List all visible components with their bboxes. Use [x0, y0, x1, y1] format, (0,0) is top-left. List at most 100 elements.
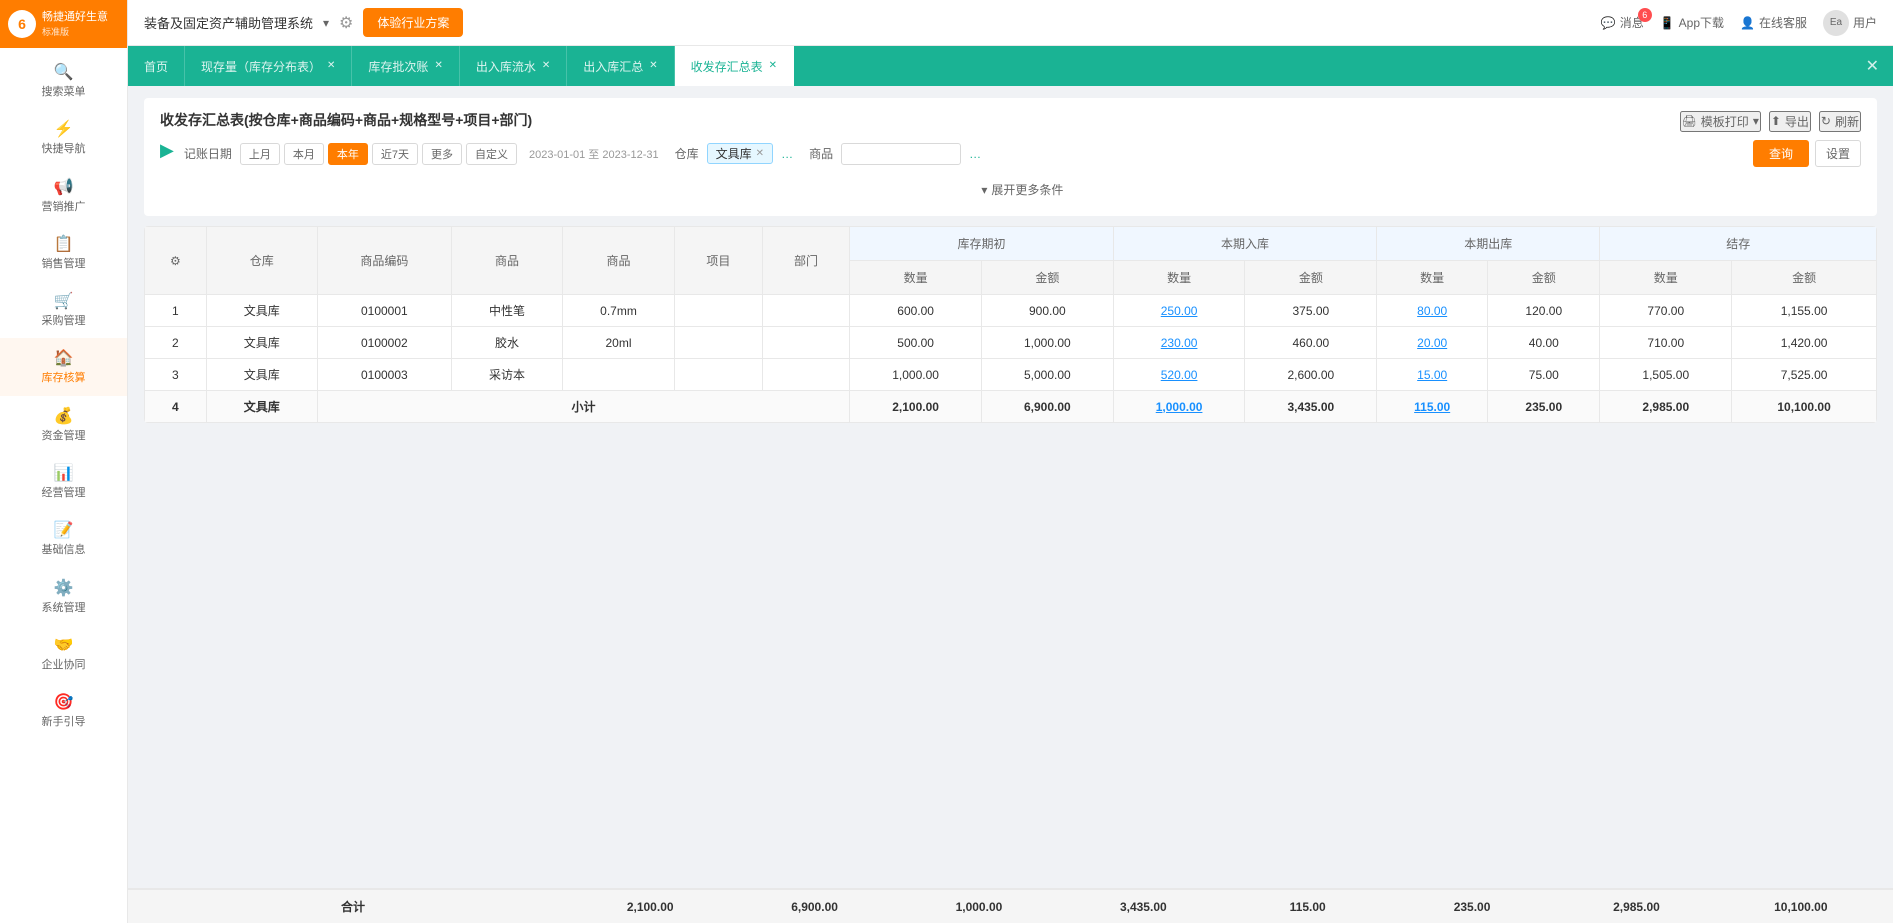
tab-recv-send-label: 收发存汇总表 [691, 58, 763, 75]
total-out-amt: 235.00 [1390, 900, 1554, 914]
warehouse-tag: 文具库 ✕ [707, 143, 773, 164]
row-out-amt: 120.00 [1488, 295, 1600, 327]
warehouse-more-btn[interactable]: … [781, 147, 793, 161]
subtotal-in-amt: 3,435.00 [1245, 391, 1377, 423]
sidebar-label-cooperation: 企业协同 [42, 658, 86, 672]
goods-input[interactable] [841, 143, 961, 165]
export-button[interactable]: ⬆ 导出 [1769, 111, 1811, 132]
sidebar-item-inventory[interactable]: 🏠 库存核算 [0, 338, 127, 395]
tab-recv-send-summary[interactable]: 收发存汇总表 ✕ [675, 46, 794, 86]
sidebar-label-quick: 快捷导航 [42, 142, 86, 156]
sidebar-item-cooperation[interactable]: 🤝 企业协同 [0, 625, 127, 682]
tab-inout-flow-close[interactable]: ✕ [542, 61, 550, 71]
row-project [675, 295, 763, 327]
th-gear[interactable]: ⚙ [145, 227, 207, 295]
expand-more-button[interactable]: ▾ 展开更多条件 [184, 175, 1861, 204]
tab-batch-close[interactable]: ✕ [434, 61, 442, 71]
sidebar-item-finance[interactable]: 💰 资金管理 [0, 396, 127, 453]
subtotal-out-qty: 115.00 [1377, 391, 1488, 423]
sidebar-item-purchase[interactable]: 🛒 采购管理 [0, 281, 127, 338]
goods-filter-section: 商品 … [809, 143, 981, 165]
th-code: 商品编码 [317, 227, 451, 295]
logo-sub: 标准版 [42, 25, 108, 38]
print-button[interactable]: 🖨 模板打印 ▾ [1680, 111, 1761, 132]
warehouse-tag-remove[interactable]: ✕ [756, 148, 764, 159]
date-btn-7days[interactable]: 近7天 [372, 143, 418, 165]
inventory-icon: 🏠 [54, 348, 74, 368]
sidebar-item-quick[interactable]: ⚡ 快捷导航 [0, 109, 127, 166]
subtotal-row: 4 文具库 小计 2,100.00 6,900.00 1,000.00 3,43… [145, 391, 1877, 423]
online-service-label: 在线客服 [1759, 14, 1807, 31]
tab-inout-flow-label: 出入库流水 [476, 58, 536, 75]
row-warehouse: 文具库 [206, 359, 317, 391]
trial-button[interactable]: 体验行业方案 [363, 8, 463, 37]
date-btn-this-month[interactable]: 本月 [284, 143, 324, 165]
row-out-qty: 80.00 [1377, 295, 1488, 327]
tab-inventory-dist-label: 现存量（库存分布表） [201, 58, 321, 75]
system-dropdown[interactable]: ▾ [323, 16, 329, 30]
online-service-button[interactable]: 👤 在线客服 [1740, 14, 1807, 31]
sidebar-item-search[interactable]: 🔍 搜索菜单 [0, 52, 127, 109]
marketing-icon: 📢 [54, 177, 74, 197]
row-project [675, 327, 763, 359]
subtotal-out-amt: 235.00 [1488, 391, 1600, 423]
th-open-qty: 数量 [850, 261, 982, 295]
tab-recv-send-close[interactable]: ✕ [769, 61, 777, 71]
refresh-button[interactable]: ↻ 刷新 [1819, 111, 1861, 132]
row-in-amt: 2,600.00 [1245, 359, 1377, 391]
total-open-qty: 2,100.00 [568, 900, 732, 914]
app-download-button[interactable]: 📱 App下载 [1660, 14, 1724, 31]
tab-inout-summary-close[interactable]: ✕ [649, 61, 657, 71]
tab-batch[interactable]: 库存批次账 ✕ [352, 46, 459, 86]
row-dept [762, 295, 850, 327]
table-row: 2 文具库 0100002 胶水 20ml 500.00 1,000.00 23… [145, 327, 1877, 359]
tab-home[interactable]: 首页 [128, 46, 185, 86]
goods-more-btn[interactable]: … [969, 147, 981, 161]
subtotal-no: 4 [145, 391, 207, 423]
date-btn-this-year[interactable]: 本年 [328, 143, 368, 165]
guide-icon: 🎯 [54, 692, 74, 712]
user-button[interactable]: Ea 用户 [1823, 10, 1877, 36]
row-dept [762, 359, 850, 391]
filter-collapse-button[interactable]: ▶ [160, 140, 174, 161]
export-icon: ⬆ [1771, 114, 1781, 128]
row-goods: 胶水 [451, 327, 562, 359]
tab-inventory-dist-close[interactable]: ✕ [327, 61, 335, 71]
table-gear-icon: ⚙ [170, 254, 181, 268]
date-btn-more[interactable]: 更多 [422, 143, 462, 165]
table-row: 1 文具库 0100001 中性笔 0.7mm 600.00 900.00 25… [145, 295, 1877, 327]
gear-icon[interactable]: ⚙ [339, 13, 353, 33]
th-project: 项目 [675, 227, 763, 295]
date-label: 记账日期 [184, 145, 232, 162]
tab-inventory-dist[interactable]: 现存量（库存分布表） ✕ [185, 46, 352, 86]
sidebar-item-system[interactable]: ⚙️ 系统管理 [0, 568, 127, 625]
query-button[interactable]: 查询 [1753, 140, 1809, 167]
row-in-qty: 230.00 [1113, 327, 1245, 359]
warehouse-label: 仓库 [675, 145, 699, 162]
tab-inout-flow[interactable]: 出入库流水 ✕ [460, 46, 567, 86]
sidebar-label-operation: 经营管理 [42, 486, 86, 500]
th-spec: 商品 [562, 227, 674, 295]
th-opening: 库存期初 [850, 227, 1113, 261]
date-btn-last-month[interactable]: 上月 [240, 143, 280, 165]
th-bal-qty: 数量 [1600, 261, 1732, 295]
row-dept [762, 327, 850, 359]
sidebar-item-marketing[interactable]: 📢 营销推广 [0, 167, 127, 224]
tabbar-close-all[interactable]: ✕ [1852, 56, 1893, 76]
tab-inout-summary[interactable]: 出入库汇总 ✕ [567, 46, 674, 86]
row-warehouse: 文具库 [206, 295, 317, 327]
expand-label: 展开更多条件 [991, 181, 1063, 198]
row-open-amt: 1,000.00 [981, 327, 1113, 359]
sidebar-item-operation[interactable]: 📊 经营管理 [0, 453, 127, 510]
sidebar-item-basic[interactable]: 📝 基础信息 [0, 510, 127, 567]
row-out-qty: 20.00 [1377, 327, 1488, 359]
setting-button[interactable]: 设置 [1815, 140, 1861, 167]
subtotal-bal-amt: 10,100.00 [1732, 391, 1877, 423]
sidebar-item-sales[interactable]: 📋 销售管理 [0, 224, 127, 281]
sidebar-item-guide[interactable]: 🎯 新手引导 [0, 682, 127, 739]
total-bar: 合计 2,100.00 6,900.00 1,000.00 3,435.00 1… [128, 888, 1893, 923]
message-button[interactable]: 💬 消息 6 [1601, 14, 1644, 31]
refresh-icon: ↻ [1821, 114, 1831, 128]
row-goods: 中性笔 [451, 295, 562, 327]
date-btn-custom[interactable]: 自定义 [466, 143, 517, 165]
